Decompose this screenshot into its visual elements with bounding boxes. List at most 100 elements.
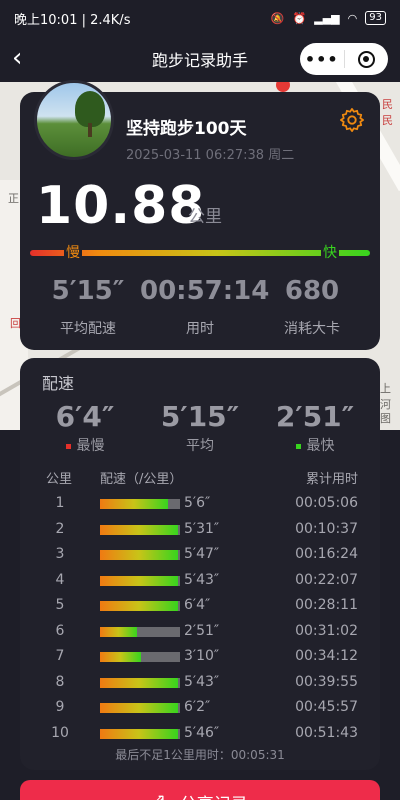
table-row: 9 6′2″ 00:45:57 [20,697,380,723]
row-pace: 2′51″ [184,622,220,639]
average-pace-stat: 5′15″ 平均 [145,400,255,455]
more-button[interactable]: ••• [300,50,344,69]
pace-bar-track [100,550,180,560]
alarm-icon: ⏰ [292,11,307,25]
row-cumulative-time: 00:45:57 [295,699,358,715]
slowest-pace-stat: 6′4″ 最慢 [30,400,140,455]
row-km: 7 [55,648,65,664]
mini-program-capsule: ••• [300,43,388,75]
pace-bar-fill [100,575,178,586]
row-pace: 6′2″ [184,699,211,715]
status-bar: 晚上10:01 | 2.4K/s 🔕 ⏰ ▂▄▆ ◠ 93 [0,0,400,36]
row-km: 4 [55,571,65,588]
close-button[interactable] [345,50,389,68]
avg-pace-label: 平均配速 [60,321,116,337]
row-km: 8 [55,673,65,690]
status-time: 晚上10:01 | 2.4K/s [14,12,131,28]
pace-bar-fill [100,601,179,611]
pace-bar-fill [100,703,179,713]
back-button[interactable]: ‹ [12,45,36,73]
avatar-tree [75,91,105,127]
mute-icon: 🔕 [270,11,285,25]
row-km: 5 [55,597,65,613]
row-cumulative-time: 00:22:07 [295,571,358,588]
pace-bar-track [100,601,180,611]
duration-stat: 00:57:14 用时 [140,276,270,338]
pace-bar-fill [100,499,168,509]
pace-bar-fill [100,524,179,535]
pace-table: 1 5′6″ 00:05:06 2 5′31″ 00:10:37 3 5′47″ 00:16:2… [20,493,380,748]
close-circle-icon [357,50,375,68]
row-km: 2 [55,520,65,537]
pace-bar-fill [100,652,141,662]
map-label: 正 [8,192,19,205]
run-date: 2025-03-11 06:27:38 周二 [126,148,295,163]
pace-bar-track [100,703,180,713]
page-title: 跑步记录助手 [151,51,248,70]
fastest-pace-stat: 2′51″ 最快 [260,400,370,455]
run-name: 坚持跑步100天 [126,119,247,139]
column-header-km: 公里 [46,472,73,487]
row-km: 6 [55,622,65,639]
share-icon: ⇗ [152,790,166,800]
slow-dot-icon [65,443,71,449]
pace-bar-fill [100,728,178,739]
wifi-icon: ◠ [347,11,358,25]
pace-bar-track [100,652,180,662]
pace-bar-track [100,728,180,739]
row-km: 1 [55,495,65,511]
row-pace: 5′31″ [184,520,220,537]
table-row: 2 5′31″ 00:10:37 [20,519,380,545]
row-cumulative-time: 00:10:37 [295,520,358,537]
slowest-pace-label: 最慢 [76,438,105,454]
row-cumulative-time: 00:34:12 [295,648,358,664]
battery-icon: 93 [365,11,386,25]
share-button[interactable]: ⇗ 分享记录 [20,780,380,800]
pace-bar-fill [100,550,178,560]
fast-dot-icon [295,443,301,449]
pace-bar-fill [100,677,178,688]
duration-label: 用时 [186,321,214,337]
fastest-pace-label: 最快 [306,438,335,454]
table-row: 3 5′47″ 00:16:24 [20,544,380,570]
table-row: 7 3′10″ 00:34:12 [20,646,380,672]
pace-bar-track [100,524,180,535]
pace-bar-track [100,626,180,637]
average-pace-value: 5′15″ [160,400,240,433]
column-header-cumulative: 累计用时 [305,472,358,487]
row-cumulative-time: 00:05:06 [295,495,358,511]
pace-bar-track [100,575,180,586]
row-pace: 3′10″ [184,648,220,664]
row-pace: 6′4″ [184,597,211,613]
pace-bar-track [100,677,180,688]
settings-gear-icon[interactable] [338,106,366,134]
row-km: 3 [55,546,65,562]
row-cumulative-time: 00:16:24 [295,546,358,562]
navigation-bar: ‹ 跑步记录助手 ••• [0,36,400,82]
table-row: 5 6′4″ 00:28:11 [20,595,380,621]
row-cumulative-time: 00:39:55 [295,673,358,690]
pace-bar-fill [100,626,137,637]
pace-card: 配速 6′4″ 最慢 5′15″ 平均 2′51″ 最快 公里 配速（/公里） … [20,358,380,770]
table-row: 6 2′51″ 00:31:02 [20,621,380,647]
row-pace: 5′46″ [184,724,220,741]
avg-pace-stat: 5′15″ 平均配速 [28,276,148,338]
calories-stat: 680 消耗大卡 [252,276,372,338]
row-pace: 5′47″ [184,546,220,562]
pace-bar-track [100,499,180,509]
slow-label: 慢 [64,242,82,262]
avg-pace-value: 5′15″ [51,276,125,306]
calories-value: 680 [284,276,340,306]
row-km: 10 [51,724,69,741]
last-partial-km-note: 最后不足1公里用时：00:05:31 [115,748,285,762]
map-label: 民民 [382,98,393,127]
table-row: 10 5′46″ 00:51:43 [20,723,380,749]
row-pace: 5′6″ [184,495,211,511]
calories-label: 消耗大卡 [284,321,340,337]
avatar[interactable] [34,80,114,160]
run-summary-card: 坚持跑步100天 2025-03-11 06:27:38 周二 10.88 公里… [20,80,380,350]
duration-value: 00:57:14 [140,276,270,306]
row-cumulative-time: 00:31:02 [295,622,358,639]
row-pace: 5′43″ [184,571,220,588]
row-cumulative-time: 00:28:11 [295,597,358,613]
